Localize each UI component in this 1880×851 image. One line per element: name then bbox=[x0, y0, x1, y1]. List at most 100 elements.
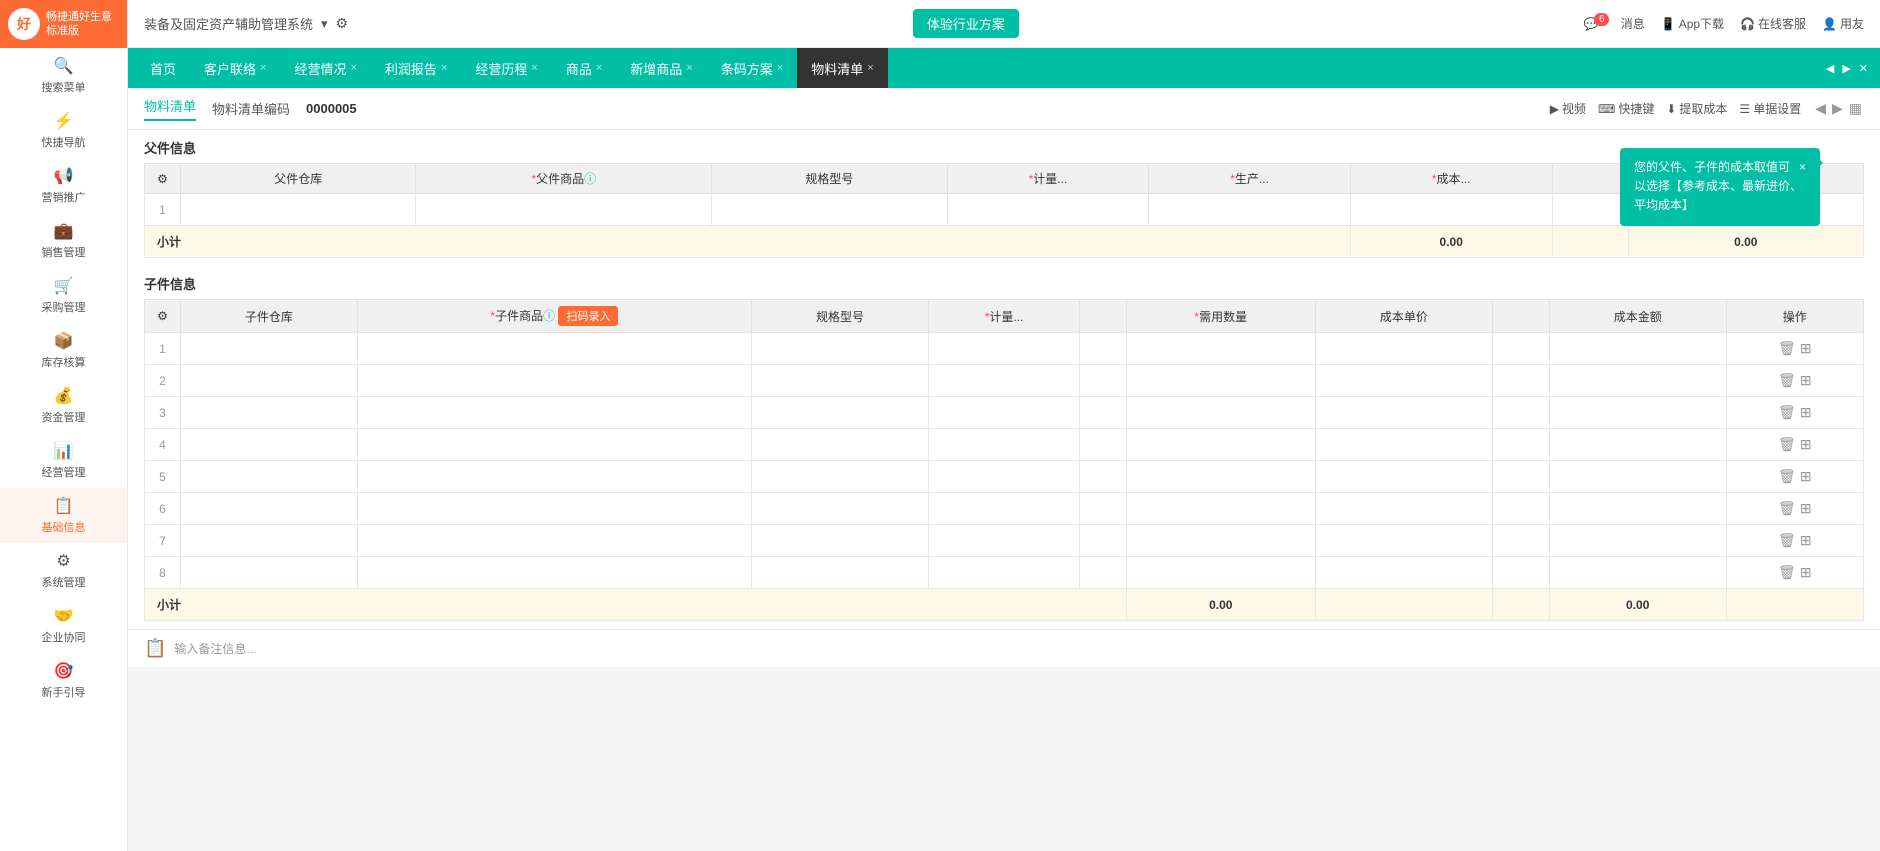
copy-icon-8[interactable]: ⊞ bbox=[1800, 564, 1812, 581]
child-cell-amount-1 bbox=[1549, 333, 1726, 365]
child-cell-spec-1[interactable] bbox=[752, 333, 929, 365]
tab-home[interactable]: 首页 bbox=[136, 48, 190, 88]
child-cell-price-2[interactable] bbox=[1315, 365, 1492, 397]
close-tab-history-icon[interactable]: × bbox=[531, 62, 537, 74]
tooltip-close-icon[interactable]: × bbox=[1799, 158, 1806, 177]
child-col-price: 成本单价 bbox=[1315, 300, 1492, 333]
page-grid-icon[interactable]: ▦ bbox=[1847, 98, 1864, 119]
sidebar-item-marketing[interactable]: 📢 营销推广 bbox=[0, 158, 127, 213]
delete-icon-4[interactable]: 🗑 bbox=[1778, 436, 1796, 453]
parent-cell-spec-1[interactable] bbox=[712, 194, 947, 226]
single-setting-btn[interactable]: ☰ 单据设置 bbox=[1739, 100, 1801, 117]
copy-icon-6[interactable]: ⊞ bbox=[1800, 500, 1812, 517]
sidebar-item-management[interactable]: 📊 经营管理 bbox=[0, 433, 127, 488]
nav-next-icon[interactable]: ▶ bbox=[1838, 62, 1854, 75]
app-download[interactable]: 📱 App下载 bbox=[1661, 15, 1724, 32]
close-tab-barcode-icon[interactable]: × bbox=[777, 62, 783, 74]
sidebar-item-finance[interactable]: 💰 资金管理 bbox=[0, 378, 127, 433]
child-cell-action-8: 🗑⊞ bbox=[1726, 557, 1863, 589]
view-btn[interactable]: ▶ 视频 bbox=[1550, 100, 1586, 117]
page-next-icon[interactable]: ▶ bbox=[1830, 98, 1845, 119]
parent-cell-unit-1[interactable] bbox=[947, 194, 1149, 226]
message-area[interactable]: 💬 6 消息 bbox=[1584, 15, 1645, 32]
scan-button[interactable]: 扫码录入 bbox=[558, 306, 618, 326]
child-cell-goods-1[interactable] bbox=[357, 333, 751, 365]
child-cell-goods-2[interactable] bbox=[357, 365, 751, 397]
delete-icon-7[interactable]: 🗑 bbox=[1778, 532, 1796, 549]
tab-profit[interactable]: 利润报告 × bbox=[371, 48, 461, 88]
gear-icon: ⚙ bbox=[56, 551, 70, 571]
tab-customer[interactable]: 客户联络 × bbox=[190, 48, 280, 88]
close-tab-operations-icon[interactable]: × bbox=[350, 62, 356, 74]
close-tab-bom-icon[interactable]: × bbox=[867, 62, 873, 74]
delete-icon-1[interactable]: 🗑 bbox=[1778, 340, 1796, 357]
content-area: 物料清单 物料清单编码 0000005 ▶ 视频 ⌨ 快捷键 ⬇ 提取成本 bbox=[128, 88, 1880, 851]
user-area[interactable]: 👤 用友 bbox=[1822, 15, 1864, 32]
copy-icon-4[interactable]: ⊞ bbox=[1800, 436, 1812, 453]
sidebar-item-enterprise[interactable]: 🤝 企业协同 bbox=[0, 598, 127, 653]
delete-icon-2[interactable]: 🗑 bbox=[1778, 372, 1796, 389]
delete-icon-8[interactable]: 🗑 bbox=[1778, 564, 1796, 581]
tab-barcode[interactable]: 条码方案 × bbox=[707, 48, 797, 88]
close-tab-goods-icon[interactable]: × bbox=[596, 62, 602, 74]
child-cell-spec-2[interactable] bbox=[752, 365, 929, 397]
copy-icon-5[interactable]: ⊞ bbox=[1800, 468, 1812, 485]
delete-icon-6[interactable]: 🗑 bbox=[1778, 500, 1796, 517]
settings-col-icon[interactable]: ⚙ bbox=[157, 172, 168, 186]
tab-operations[interactable]: 经营情况 × bbox=[280, 48, 370, 88]
sidebar-item-quicknav[interactable]: ⚡ 快捷导航 bbox=[0, 103, 127, 158]
header-left: 装备及固定资产辅助管理系统 ▾ ⚙ bbox=[144, 14, 348, 33]
child-cell-action-4: 🗑⊞ bbox=[1726, 429, 1863, 461]
child-settings-icon[interactable]: ⚙ bbox=[157, 309, 168, 323]
copy-icon-7[interactable]: ⊞ bbox=[1800, 532, 1812, 549]
delete-icon-3[interactable]: 🗑 bbox=[1778, 404, 1796, 421]
page-prev-icon[interactable]: ◀ bbox=[1813, 98, 1828, 119]
settings-icon[interactable]: ⚙ bbox=[336, 15, 349, 32]
tab-goods[interactable]: 商品 × bbox=[552, 48, 616, 88]
extract-cost-btn[interactable]: ⬇ 提取成本 bbox=[1666, 100, 1727, 117]
page-toolbar: ▶ 视频 ⌨ 快捷键 ⬇ 提取成本 ☰ 单据设置 bbox=[1550, 98, 1864, 119]
tab-new-goods[interactable]: 新增商品 × bbox=[616, 48, 706, 88]
sidebar-item-sales[interactable]: 💼 销售管理 bbox=[0, 213, 127, 268]
copy-icon-3[interactable]: ⊞ bbox=[1800, 404, 1812, 421]
nav-close-icon[interactable]: ✕ bbox=[1855, 62, 1872, 75]
sidebar-item-purchase[interactable]: 🛒 采购管理 bbox=[0, 268, 127, 323]
child-cell-qty-2[interactable] bbox=[1126, 365, 1315, 397]
parent-cell-cost-1[interactable] bbox=[1350, 194, 1552, 226]
child-subtotal-qty: 0.00 bbox=[1126, 589, 1315, 621]
delete-icon-5[interactable]: 🗑 bbox=[1778, 468, 1796, 485]
close-tab-customer-icon[interactable]: × bbox=[260, 62, 266, 74]
parent-subtotal-empty bbox=[1552, 226, 1628, 258]
breadcrumb-bom[interactable]: 物料清单 bbox=[144, 96, 196, 121]
child-cell-unit-1[interactable] bbox=[928, 333, 1079, 365]
dropdown-arrow-icon[interactable]: ▾ bbox=[321, 16, 328, 32]
child-col-goods: *子件商品ⓘ 扫码录入 bbox=[357, 300, 751, 333]
child-subtotal-amount: 0.00 bbox=[1549, 589, 1726, 621]
logo-icon: 好 bbox=[8, 8, 40, 40]
sidebar-item-search[interactable]: 🔍 搜索菜单 bbox=[0, 48, 127, 103]
sidebar-item-basic-info[interactable]: 📋 基础信息 bbox=[0, 488, 127, 543]
child-cell-warehouse-1[interactable] bbox=[181, 333, 358, 365]
copy-icon-1[interactable]: ⊞ bbox=[1800, 340, 1812, 357]
tab-history[interactable]: 经营历程 × bbox=[461, 48, 551, 88]
close-tab-new-goods-icon[interactable]: × bbox=[686, 62, 692, 74]
child-table: ⚙ 子件仓库 *子件商品ⓘ 扫码录入 规格型号 *计量... *需用数量 成本单… bbox=[144, 299, 1864, 621]
close-tab-profit-icon[interactable]: × bbox=[441, 62, 447, 74]
shortcut-btn[interactable]: ⌨ 快捷键 bbox=[1598, 100, 1654, 117]
parent-cell-goods-1[interactable] bbox=[416, 194, 712, 226]
online-service[interactable]: 🎧 在线客服 bbox=[1740, 15, 1806, 32]
child-cell-warehouse-2[interactable] bbox=[181, 365, 358, 397]
sidebar-item-system[interactable]: ⚙ 系统管理 bbox=[0, 543, 127, 598]
sidebar-item-guide[interactable]: 🎯 新手引导 bbox=[0, 653, 127, 708]
child-cell-price-1[interactable] bbox=[1315, 333, 1492, 365]
parent-cell-produce-1[interactable] bbox=[1149, 194, 1351, 226]
tab-bom[interactable]: 物料清单 × bbox=[797, 48, 887, 88]
parent-cell-warehouse-1[interactable] bbox=[181, 194, 416, 226]
copy-icon-2[interactable]: ⊞ bbox=[1800, 372, 1812, 389]
trial-button[interactable]: 体验行业方案 bbox=[913, 9, 1019, 38]
child-cell-qty-1[interactable] bbox=[1126, 333, 1315, 365]
child-col-action: 操作 bbox=[1726, 300, 1863, 333]
child-cell-unit-2[interactable] bbox=[928, 365, 1079, 397]
sidebar-item-inventory[interactable]: 📦 库存核算 bbox=[0, 323, 127, 378]
nav-prev-icon[interactable]: ◀ bbox=[1822, 62, 1838, 75]
